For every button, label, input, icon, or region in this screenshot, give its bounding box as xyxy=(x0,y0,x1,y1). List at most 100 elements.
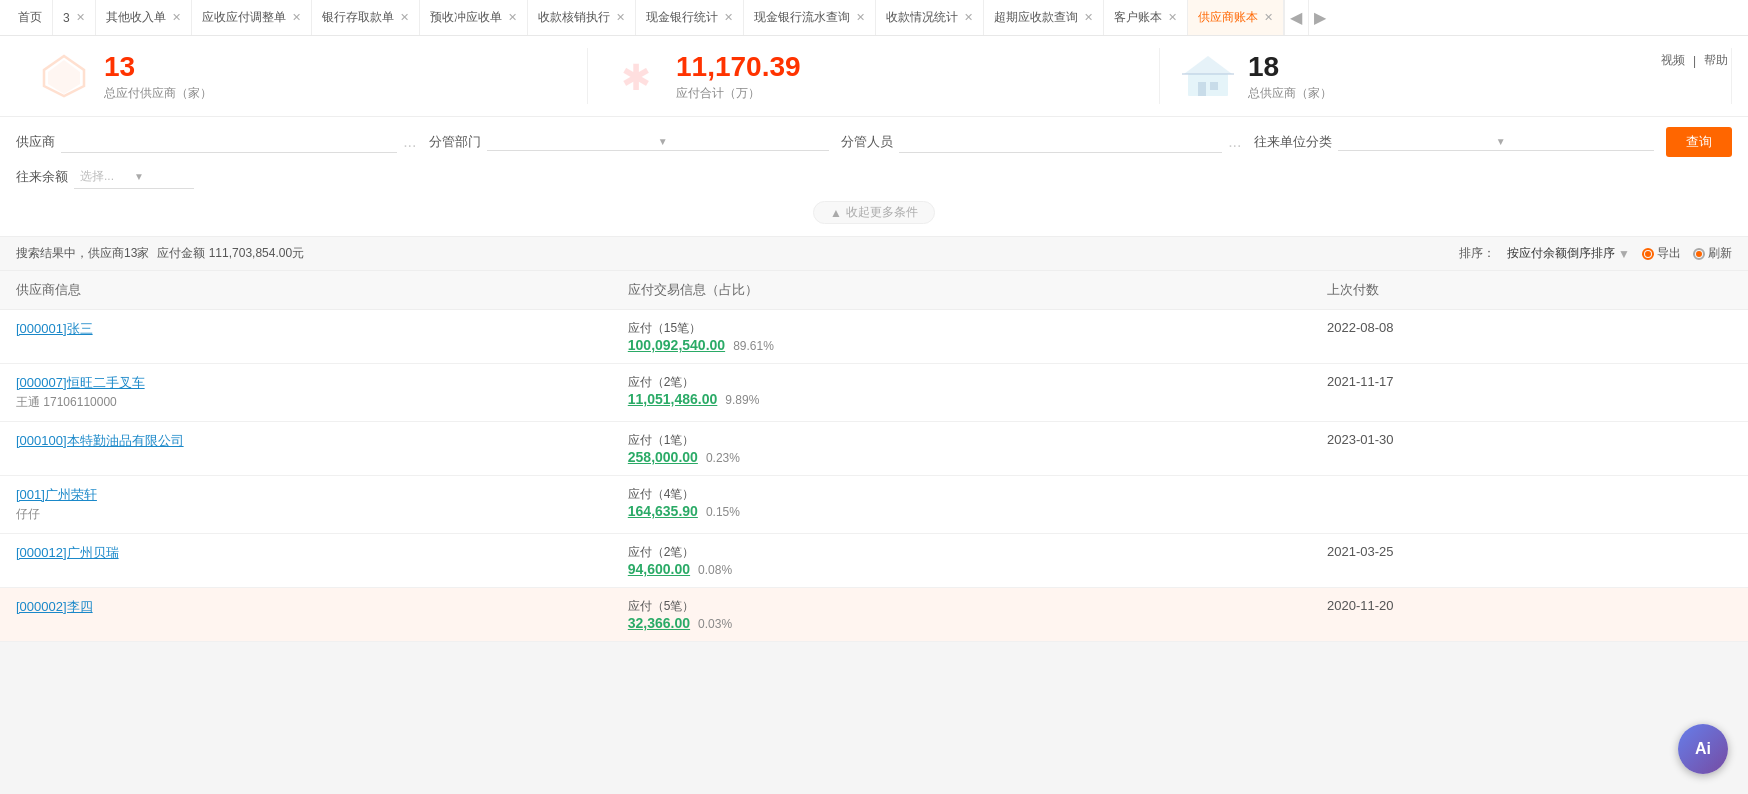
balance-filter-select[interactable]: 选择... ▼ xyxy=(74,165,194,189)
nav-tab-supplier-ledger[interactable]: 供应商账本 ✕ xyxy=(1188,0,1284,36)
unit-category-filter-select[interactable]: ▼ xyxy=(1338,133,1655,151)
table-row: [000001]张三应付（15笔）100,092,540.0089.61%202… xyxy=(0,310,1748,364)
ai-button-label: Ai xyxy=(1695,740,1711,758)
export-button[interactable]: 导出 xyxy=(1642,245,1681,262)
last-payment-date: 2022-08-08 xyxy=(1311,310,1748,364)
diamond-icon xyxy=(36,48,92,104)
page-main: 13 总应付供应商（家） ✱ 11,170.39 应付合计（万） xyxy=(0,36,1748,794)
export-icon xyxy=(1642,248,1654,260)
unit-category-arrow-icon: ▼ xyxy=(1496,136,1648,147)
last-payment-date: 2021-11-17 xyxy=(1311,364,1748,422)
supplier-link[interactable]: [000100]本特勤油品有限公司 xyxy=(16,433,184,448)
supplier-contact: 王通 17106110000 xyxy=(16,394,596,411)
stat-payable-suppliers-text: 13 总应付供应商（家） xyxy=(104,50,212,103)
nav-tab-supplier-ledger-close[interactable]: ✕ xyxy=(1264,11,1273,24)
filter-row-1: 供应商 ... 分管部门 ▼ 分管人员 ... 往来单 xyxy=(16,127,1732,157)
filter-bar: 供应商 ... 分管部门 ▼ 分管人员 ... 往来单 xyxy=(0,117,1748,237)
nav-tab-overdue-ar-close[interactable]: ✕ xyxy=(1084,11,1093,24)
nav-right-arrow[interactable]: ▶ xyxy=(1308,0,1332,36)
svg-text:✱: ✱ xyxy=(621,57,651,98)
scrollable-content: 供应商 ... 分管部门 ▼ 分管人员 ... 往来单 xyxy=(0,117,1748,794)
nav-tab-receipt-stat[interactable]: 收款情况统计 ✕ xyxy=(876,0,984,36)
nav-tab-cash-flow[interactable]: 现金银行流水查询 ✕ xyxy=(744,0,876,36)
sort-value: 按应付余额倒序排序 xyxy=(1507,245,1615,262)
collapse-button[interactable]: ▲ 收起更多条件 xyxy=(813,201,935,224)
payable-amount[interactable]: 94,600.00 xyxy=(628,561,690,577)
ai-button[interactable]: Ai xyxy=(1678,724,1728,774)
nav-tab-receipt-verify-close[interactable]: ✕ xyxy=(616,11,625,24)
supplier-filter-input[interactable] xyxy=(61,132,397,153)
nav-tab-3-label: 3 xyxy=(63,11,70,25)
payable-amount[interactable]: 100,092,540.00 xyxy=(628,337,725,353)
collapse-label: 收起更多条件 xyxy=(846,204,918,221)
store-icon xyxy=(1180,48,1236,104)
stat-total-suppliers-label: 总供应商（家） xyxy=(1248,85,1332,102)
sort-arrow-icon: ▼ xyxy=(1618,247,1630,261)
table-row: [000007]恒旺二手叉车王通 17106110000 应付（2笔） 11,051… xyxy=(0,364,1748,422)
payable-amount[interactable]: 11,051,486.00 xyxy=(628,391,718,407)
nav-tab-3-close[interactable]: ✕ xyxy=(76,11,85,24)
supplier-link[interactable]: [000012]广州贝瑞 xyxy=(16,545,119,560)
last-payment-date: 2023-01-30 xyxy=(1311,422,1748,476)
nav-tab-cash-flow-close[interactable]: ✕ xyxy=(856,11,865,24)
supplier-link[interactable]: [000007]恒旺二手叉车 xyxy=(16,375,145,390)
collapse-icon: ▲ xyxy=(830,206,842,220)
department-filter-select[interactable]: ▼ xyxy=(487,133,830,151)
nav-tab-home[interactable]: 首页 xyxy=(8,0,53,36)
nav-tab-3[interactable]: 3 ✕ xyxy=(53,0,96,36)
manager-filter-input[interactable] xyxy=(899,132,1222,153)
svg-rect-6 xyxy=(1210,82,1218,90)
supplier-link[interactable]: [001]广州荣轩 xyxy=(16,487,97,502)
nav-tab-other-income[interactable]: 其他收入单 ✕ xyxy=(96,0,192,36)
nav-tab-cash-bank-stat-close[interactable]: ✕ xyxy=(724,11,733,24)
stat-payable-amount-number: 11,170.39 xyxy=(676,50,801,84)
nav-tab-receipt-verify[interactable]: 收款核销执行 ✕ xyxy=(528,0,636,36)
payable-label: 应付（2笔） xyxy=(628,375,695,389)
payable-amount[interactable]: 258,000.00 xyxy=(628,449,698,465)
search-button[interactable]: 查询 xyxy=(1666,127,1732,157)
nav-tab-cash-bank-stat[interactable]: 现金银行统计 ✕ xyxy=(636,0,744,36)
nav-tab-ar-ap-close[interactable]: ✕ xyxy=(292,11,301,24)
nav-tab-receipt-stat-close[interactable]: ✕ xyxy=(964,11,973,24)
nav-tab-receipt-verify-label: 收款核销执行 xyxy=(538,9,610,26)
result-text-suffix: 应付金额 111,703,854.00元 xyxy=(157,245,304,262)
table-row: [000100]本特勤油品有限公司应付（1笔）258,000.000.23%20… xyxy=(0,422,1748,476)
payable-amount[interactable]: 32,366.00 xyxy=(628,615,690,631)
nav-tab-ar-ap-label: 应收应付调整单 xyxy=(202,9,286,26)
svg-rect-3 xyxy=(1188,74,1228,96)
filter-row-2: 往来余额 选择... ▼ xyxy=(16,165,1732,189)
table-header-row: 供应商信息 应付交易信息（占比） 上次付数 xyxy=(0,271,1748,310)
refresh-button[interactable]: 刷新 xyxy=(1693,245,1732,262)
nav-tab-pre-receive-close[interactable]: ✕ xyxy=(508,11,517,24)
table-row: [000012]广州贝瑞应付（2笔）94,600.000.08%2021-03-… xyxy=(0,534,1748,588)
payable-percent: 0.23% xyxy=(706,451,740,465)
supplier-link[interactable]: [000001]张三 xyxy=(16,321,93,336)
th-last-payment: 上次付数 xyxy=(1311,271,1748,310)
nav-left-arrow[interactable]: ◀ xyxy=(1284,0,1308,36)
payable-percent: 9.89% xyxy=(725,393,759,407)
result-bar-left: 搜索结果中，供应商13家 应付金额 111,703,854.00元 xyxy=(16,245,304,262)
supplier-link[interactable]: [000002]李四 xyxy=(16,599,93,614)
th-supplier-info: 供应商信息 xyxy=(0,271,612,310)
stat-total-suppliers-text: 18 总供应商（家） xyxy=(1248,50,1332,103)
nav-tab-bank-deposit-close[interactable]: ✕ xyxy=(400,11,409,24)
nav-tab-bank-deposit[interactable]: 银行存取款单 ✕ xyxy=(312,0,420,36)
nav-tab-overdue-ar[interactable]: 超期应收款查询 ✕ xyxy=(984,0,1104,36)
video-link[interactable]: 视频 xyxy=(1661,52,1685,69)
nav-tab-pre-receive[interactable]: 预收冲应收单 ✕ xyxy=(420,0,528,36)
nav-tab-home-label: 首页 xyxy=(18,9,42,26)
refresh-label: 刷新 xyxy=(1708,245,1732,262)
supplier-dots[interactable]: ... xyxy=(403,133,416,151)
nav-tab-customer-ledger-label: 客户账本 xyxy=(1114,9,1162,26)
manager-dots[interactable]: ... xyxy=(1228,133,1241,151)
stat-payable-suppliers-number: 13 xyxy=(104,50,212,84)
stat-payable-suppliers-label: 总应付供应商（家） xyxy=(104,85,212,102)
nav-tab-customer-ledger-close[interactable]: ✕ xyxy=(1168,11,1177,24)
help-link[interactable]: 帮助 xyxy=(1704,52,1728,69)
nav-tab-ar-ap-adjust[interactable]: 应收应付调整单 ✕ xyxy=(192,0,312,36)
collapse-bar: ▲ 收起更多条件 xyxy=(16,197,1732,232)
payable-amount[interactable]: 164,635.90 xyxy=(628,503,698,519)
nav-tab-other-income-close[interactable]: ✕ xyxy=(172,11,181,24)
sort-select[interactable]: 按应付余额倒序排序 ▼ xyxy=(1507,245,1630,262)
nav-tab-customer-ledger[interactable]: 客户账本 ✕ xyxy=(1104,0,1188,36)
